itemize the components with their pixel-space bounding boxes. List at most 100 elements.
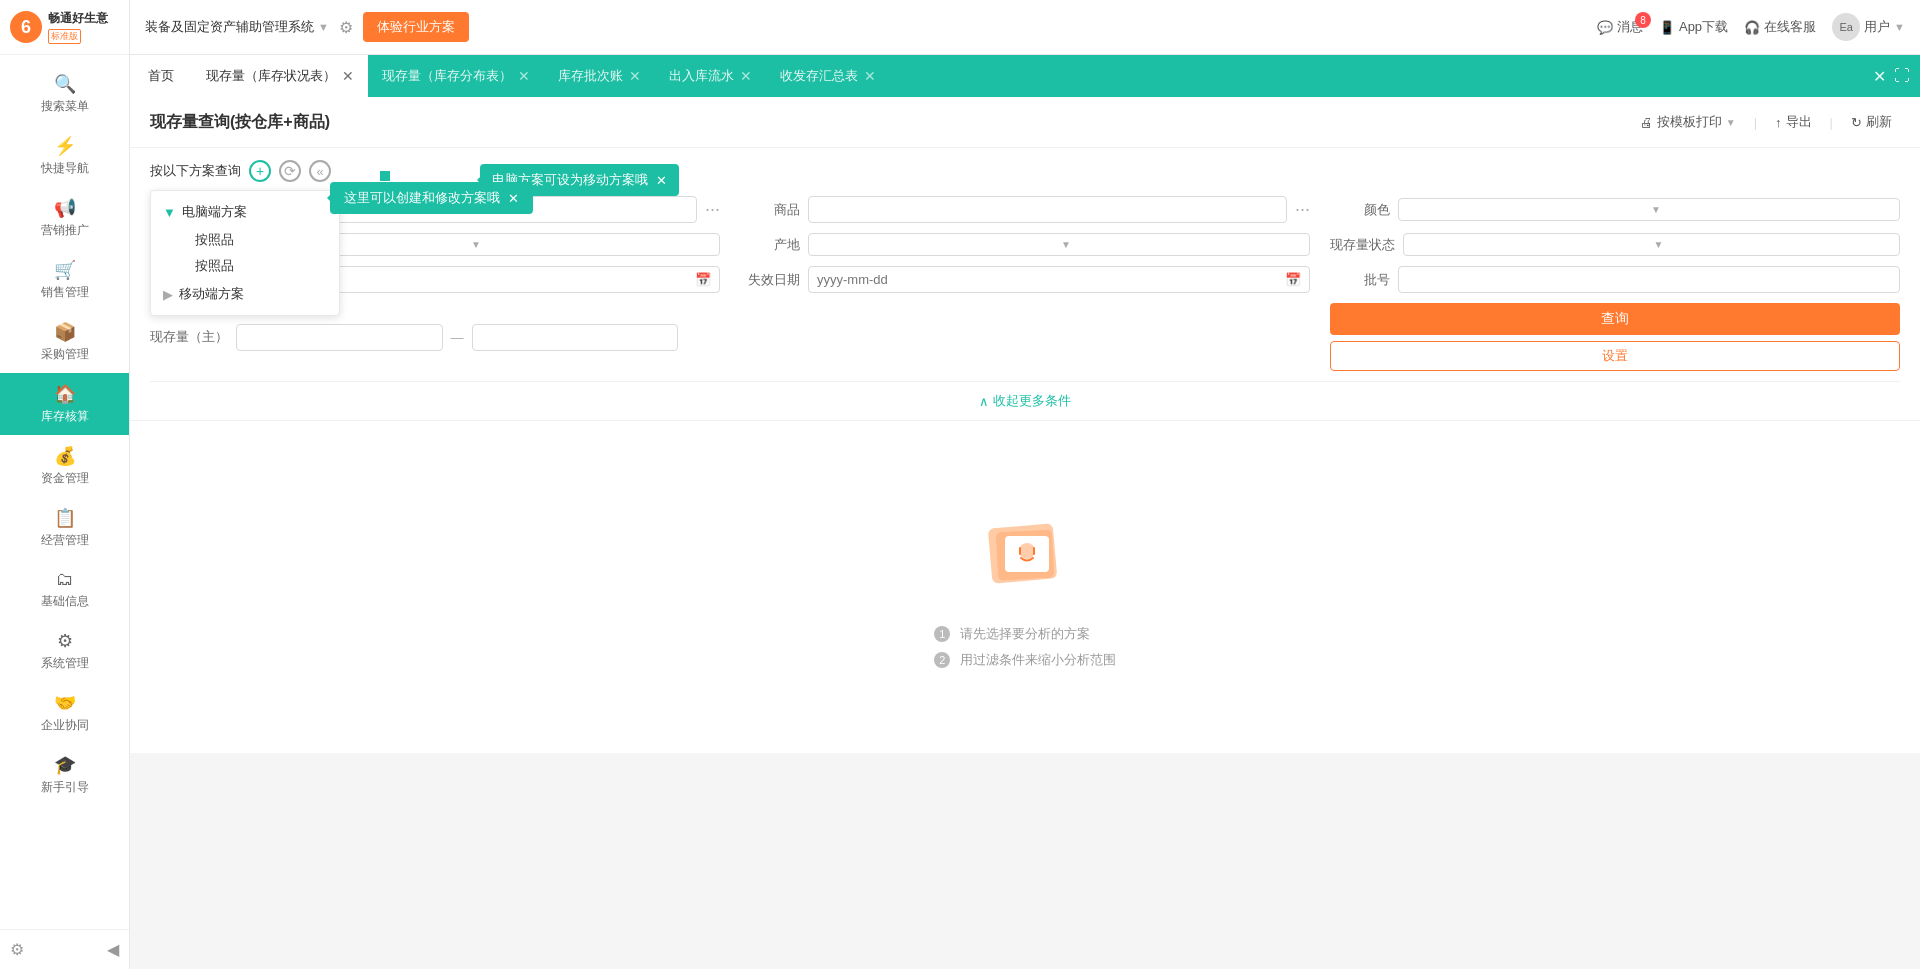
sidebar-item-marketing[interactable]: 📢营销推广 xyxy=(0,187,129,249)
tooltip-edit-text: 这里可以创建和修改方案哦 xyxy=(344,189,500,207)
goods-field-input[interactable] xyxy=(817,202,1278,217)
tab-minimize-icon[interactable]: ✕ xyxy=(1873,67,1886,86)
refresh-btn[interactable]: ↻ 刷新 xyxy=(1843,109,1900,135)
user-avatar: Ea xyxy=(1832,13,1860,41)
tooltip-scheme-close[interactable]: ✕ xyxy=(656,173,667,188)
sidebar-item-system[interactable]: ⚙系统管理 xyxy=(0,620,129,682)
basic-nav-label: 基础信息 xyxy=(41,593,89,610)
operation-nav-label: 经营管理 xyxy=(41,532,89,549)
scheme-item-2[interactable]: 按照品 xyxy=(171,253,339,279)
filter-stock-from-input[interactable] xyxy=(236,324,443,351)
mobile-scheme-group[interactable]: ▶ 移动端方案 xyxy=(151,279,339,309)
msg-badge: 8 xyxy=(1635,12,1651,28)
tab-inventory-status[interactable]: 现存量（库存状况表）✕ xyxy=(192,55,368,97)
filter-stock-status-label: 现存量状态 xyxy=(1330,236,1395,254)
sidebar-item-inventory[interactable]: 🏠库存核算 xyxy=(0,373,129,435)
tab-home[interactable]: 首页 xyxy=(130,55,192,97)
filter-grid-4: 现存量（主） — 查询 设置 xyxy=(150,303,1900,381)
size-caret-icon: ▼ xyxy=(471,239,711,250)
filter-action-col: 查询 设置 xyxy=(1330,303,1900,371)
edit-scheme-btn[interactable]: ⟳ xyxy=(279,160,301,182)
tab-inventory-dist[interactable]: 现存量（库存分布表） ✕ xyxy=(368,55,544,97)
stock-to-input[interactable] xyxy=(481,330,670,345)
goods-field-more-icon[interactable]: ··· xyxy=(1295,199,1310,220)
reset-btn[interactable]: 设置 xyxy=(1330,341,1900,371)
tab-maximize-icon[interactable]: ⛶ xyxy=(1894,67,1910,85)
purchase-nav-icon: 📦 xyxy=(54,321,76,343)
sidebar-item-quick[interactable]: ⚡快捷导航 xyxy=(0,125,129,187)
online-service-btn[interactable]: 🎧 在线客服 xyxy=(1744,18,1816,36)
app-logo-text: 畅通好生意 标准版 xyxy=(48,10,108,44)
export-btn[interactable]: ↑ 导出 xyxy=(1767,109,1820,135)
tab-inout-flow-label: 出入库流水 xyxy=(669,67,734,85)
expiry-date-calendar-icon[interactable]: 📅 xyxy=(1285,272,1301,287)
enterprise-nav-icon: 🤝 xyxy=(54,692,76,714)
empty-state: 1 请先选择要分析的方案 2 用过滤条件来缩小分析范围 xyxy=(130,421,1920,753)
tab-batch-ledger[interactable]: 库存批次账✕ xyxy=(544,55,655,97)
filter-stock-status-select[interactable]: ▼ xyxy=(1403,233,1900,256)
collapse-filter-btn[interactable]: ∧ 收起更多条件 xyxy=(979,382,1071,420)
sidebar-item-finance[interactable]: 💰资金管理 xyxy=(0,435,129,497)
header-right: 💬 消息 8 📱 App下载 🎧 在线客服 Ea 用户 ▼ xyxy=(1597,13,1905,41)
tooltip-edit: 这里可以创建和修改方案哦 ✕ xyxy=(330,182,533,214)
sidebar-item-purchase[interactable]: 📦采购管理 xyxy=(0,311,129,373)
tooltip-edit-close[interactable]: ✕ xyxy=(508,191,519,206)
filter-goods-field-input[interactable] xyxy=(808,196,1287,223)
filter-area: 按以下方案查询 + ⟳ « ▼ 电脑端方案 按照品 xyxy=(130,148,1920,421)
print-icon: 🖨 xyxy=(1640,115,1653,130)
tab-batch-ledger-close[interactable]: ✕ xyxy=(629,68,641,84)
filter-stock-to-input[interactable] xyxy=(472,324,679,351)
filter-stock-status-row: 现存量状态 ▼ xyxy=(1330,233,1900,256)
system-select[interactable]: 装备及固定资产辅助管理系统 ▼ xyxy=(145,18,329,36)
desktop-scheme-group[interactable]: ▼ 电脑端方案 xyxy=(151,197,339,227)
msg-icon: 💬 xyxy=(1597,20,1613,35)
print-btn[interactable]: 🖨 按模板打印 ▼ xyxy=(1632,109,1744,135)
export-label: 导出 xyxy=(1786,113,1812,131)
add-scheme-btn[interactable]: + xyxy=(249,160,271,182)
sidebar-item-enterprise[interactable]: 🤝企业协同 xyxy=(0,682,129,744)
empty-text: 1 请先选择要分析的方案 2 用过滤条件来缩小分析范围 xyxy=(934,621,1116,673)
empty-svg xyxy=(975,501,1075,601)
expiry-date-input[interactable] xyxy=(817,272,1281,287)
sidebar-collapse-btn[interactable]: ◀ xyxy=(107,940,119,959)
filter-batch-input[interactable] xyxy=(1398,266,1900,293)
stock-status-caret-icon: ▼ xyxy=(1654,239,1892,250)
empty-num-2: 2 xyxy=(934,652,950,668)
batch-input[interactable] xyxy=(1407,272,1891,287)
scheme-dropdown: ▼ 电脑端方案 按照品 按照品 ▶ xyxy=(150,190,340,316)
filter-color-select[interactable]: ▼ xyxy=(1398,198,1900,221)
prod-date-calendar-icon[interactable]: 📅 xyxy=(695,272,711,287)
scheme-item-1[interactable]: 按照品 xyxy=(171,227,339,253)
user-area[interactable]: Ea 用户 ▼ xyxy=(1832,13,1905,41)
app-download-btn[interactable]: 📱 App下载 xyxy=(1659,18,1728,36)
tab-inout-flow-close[interactable]: ✕ xyxy=(740,68,752,84)
tab-inout-flow[interactable]: 出入库流水 ✕ xyxy=(655,55,766,97)
back-btn[interactable]: « xyxy=(309,160,331,182)
sidebar-settings-btn[interactable]: ⚙ xyxy=(10,940,24,959)
marketing-nav-label: 营销推广 xyxy=(41,222,89,239)
sidebar-item-operation[interactable]: 📋 经营管理 xyxy=(0,497,129,559)
filter-origin-select[interactable]: ▼ xyxy=(808,233,1310,256)
goods-more-icon[interactable]: ··· xyxy=(705,199,720,220)
query-btn[interactable]: 查询 xyxy=(1330,303,1900,335)
stock-from-input[interactable] xyxy=(245,330,434,345)
guide-dot xyxy=(380,171,390,181)
tab-receipt-summary[interactable]: 收发存汇总表✕ xyxy=(766,55,890,97)
tab-receipt-summary-close[interactable]: ✕ xyxy=(864,68,876,84)
operation-nav-icon: 📋 xyxy=(54,507,76,529)
msg-btn[interactable]: 💬 消息 8 xyxy=(1597,18,1643,36)
header-settings-icon[interactable]: ⚙ xyxy=(339,18,353,37)
tab-inventory-dist-close[interactable]: ✕ xyxy=(518,68,530,84)
filter-color-label: 颜色 xyxy=(1330,201,1390,219)
sidebar-item-sales[interactable]: 🛒销售管理 xyxy=(0,249,129,311)
filter-expiry-date-row: 失效日期 📅 xyxy=(740,266,1310,293)
filter-expiry-date-input[interactable]: 📅 xyxy=(808,266,1310,293)
sidebar-item-guide[interactable]: 🎓新手引导 xyxy=(0,744,129,806)
main-content: 装备及固定资产辅助管理系统 ▼ ⚙ 体验行业方案 💬 消息 8 📱 App下载 … xyxy=(130,0,1920,969)
empty-step-1: 1 请先选择要分析的方案 xyxy=(934,621,1116,647)
tab-inventory-status-close[interactable]: ✕ xyxy=(342,68,354,84)
sidebar-item-basic[interactable]: 🗂基础信息 xyxy=(0,559,129,620)
experience-btn[interactable]: 体验行业方案 xyxy=(363,12,469,42)
tab-inventory-dist-label: 现存量（库存分布表） xyxy=(382,67,512,85)
sidebar-item-search[interactable]: 🔍搜索菜单 xyxy=(0,63,129,125)
